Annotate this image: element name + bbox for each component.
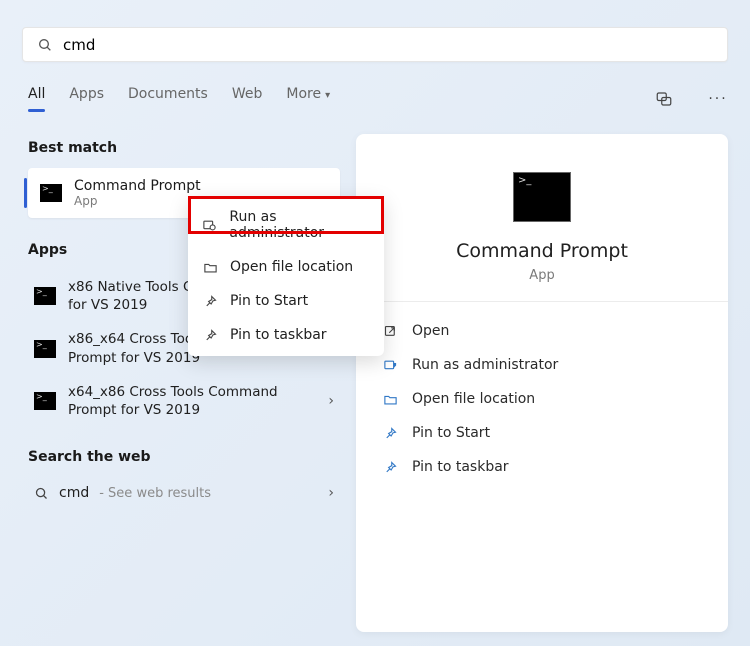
detail-title: Command Prompt [380, 240, 704, 262]
pin-icon [202, 328, 218, 343]
context-pin-to-taskbar[interactable]: Pin to taskbar [188, 318, 384, 352]
tab-documents[interactable]: Documents [128, 86, 208, 112]
chevron-right-icon: › [328, 393, 334, 409]
web-search-hint: - See web results [99, 486, 211, 501]
pin-icon [382, 460, 398, 475]
chevron-down-icon: ▾ [325, 90, 330, 101]
context-label: Open file location [230, 259, 353, 275]
best-match-title: Command Prompt [74, 178, 201, 194]
search-bar[interactable] [22, 27, 728, 62]
pin-icon [382, 426, 398, 441]
divider [356, 301, 728, 302]
command-prompt-icon [34, 392, 56, 410]
tab-more[interactable]: More▾ [286, 86, 330, 112]
context-pin-to-start[interactable]: Pin to Start [188, 284, 384, 318]
folder-icon [202, 260, 218, 275]
tab-web[interactable]: Web [232, 86, 263, 112]
action-label: Pin to taskbar [412, 459, 509, 475]
app-result-label: x64_x86 Cross Tools Command Prompt for V… [68, 383, 328, 419]
action-label: Pin to Start [412, 425, 490, 441]
context-open-file-location[interactable]: Open file location [188, 250, 384, 284]
command-prompt-icon [34, 287, 56, 305]
context-label: Pin to Start [230, 293, 308, 309]
tab-apps[interactable]: Apps [69, 86, 104, 112]
chevron-right-icon: › [328, 485, 334, 501]
detail-type: App [380, 268, 704, 283]
best-match-type: App [74, 194, 201, 208]
folder-icon [382, 392, 398, 407]
detail-panel: Command Prompt App Open Run as administr… [356, 134, 728, 632]
shield-icon [382, 358, 398, 373]
action-pin-to-taskbar[interactable]: Pin to taskbar [380, 452, 704, 482]
action-label: Run as administrator [412, 357, 558, 373]
command-prompt-large-icon [513, 172, 571, 222]
shield-icon [202, 218, 217, 233]
command-prompt-icon [34, 340, 56, 358]
tab-all[interactable]: All [28, 86, 45, 112]
pin-icon [202, 294, 218, 309]
context-menu: Run as administrator Open file location … [188, 196, 384, 356]
command-prompt-icon [40, 184, 62, 202]
best-match-heading: Best match [28, 140, 340, 156]
context-label: Run as administrator [229, 209, 370, 241]
web-search-term: cmd [59, 485, 89, 501]
action-label: Open file location [412, 391, 535, 407]
feedback-icon[interactable] [654, 89, 674, 109]
action-label: Open [412, 323, 449, 339]
app-result[interactable]: x64_x86 Cross Tools Command Prompt for V… [28, 375, 340, 427]
action-open-file-location[interactable]: Open file location [380, 384, 704, 414]
filter-tabs: All Apps Documents Web More▾ ··· [28, 86, 728, 112]
web-search-result[interactable]: cmd - See web results › [28, 477, 340, 509]
context-run-as-admin[interactable]: Run as administrator [188, 200, 384, 250]
action-run-as-admin[interactable]: Run as administrator [380, 350, 704, 380]
action-pin-to-start[interactable]: Pin to Start [380, 418, 704, 448]
search-web-heading: Search the web [28, 449, 340, 465]
search-input[interactable] [63, 28, 727, 61]
context-label: Pin to taskbar [230, 327, 327, 343]
search-icon [37, 37, 53, 53]
search-icon [34, 486, 49, 501]
open-icon [382, 324, 398, 339]
action-open[interactable]: Open [380, 316, 704, 346]
more-options-icon[interactable]: ··· [708, 89, 728, 109]
